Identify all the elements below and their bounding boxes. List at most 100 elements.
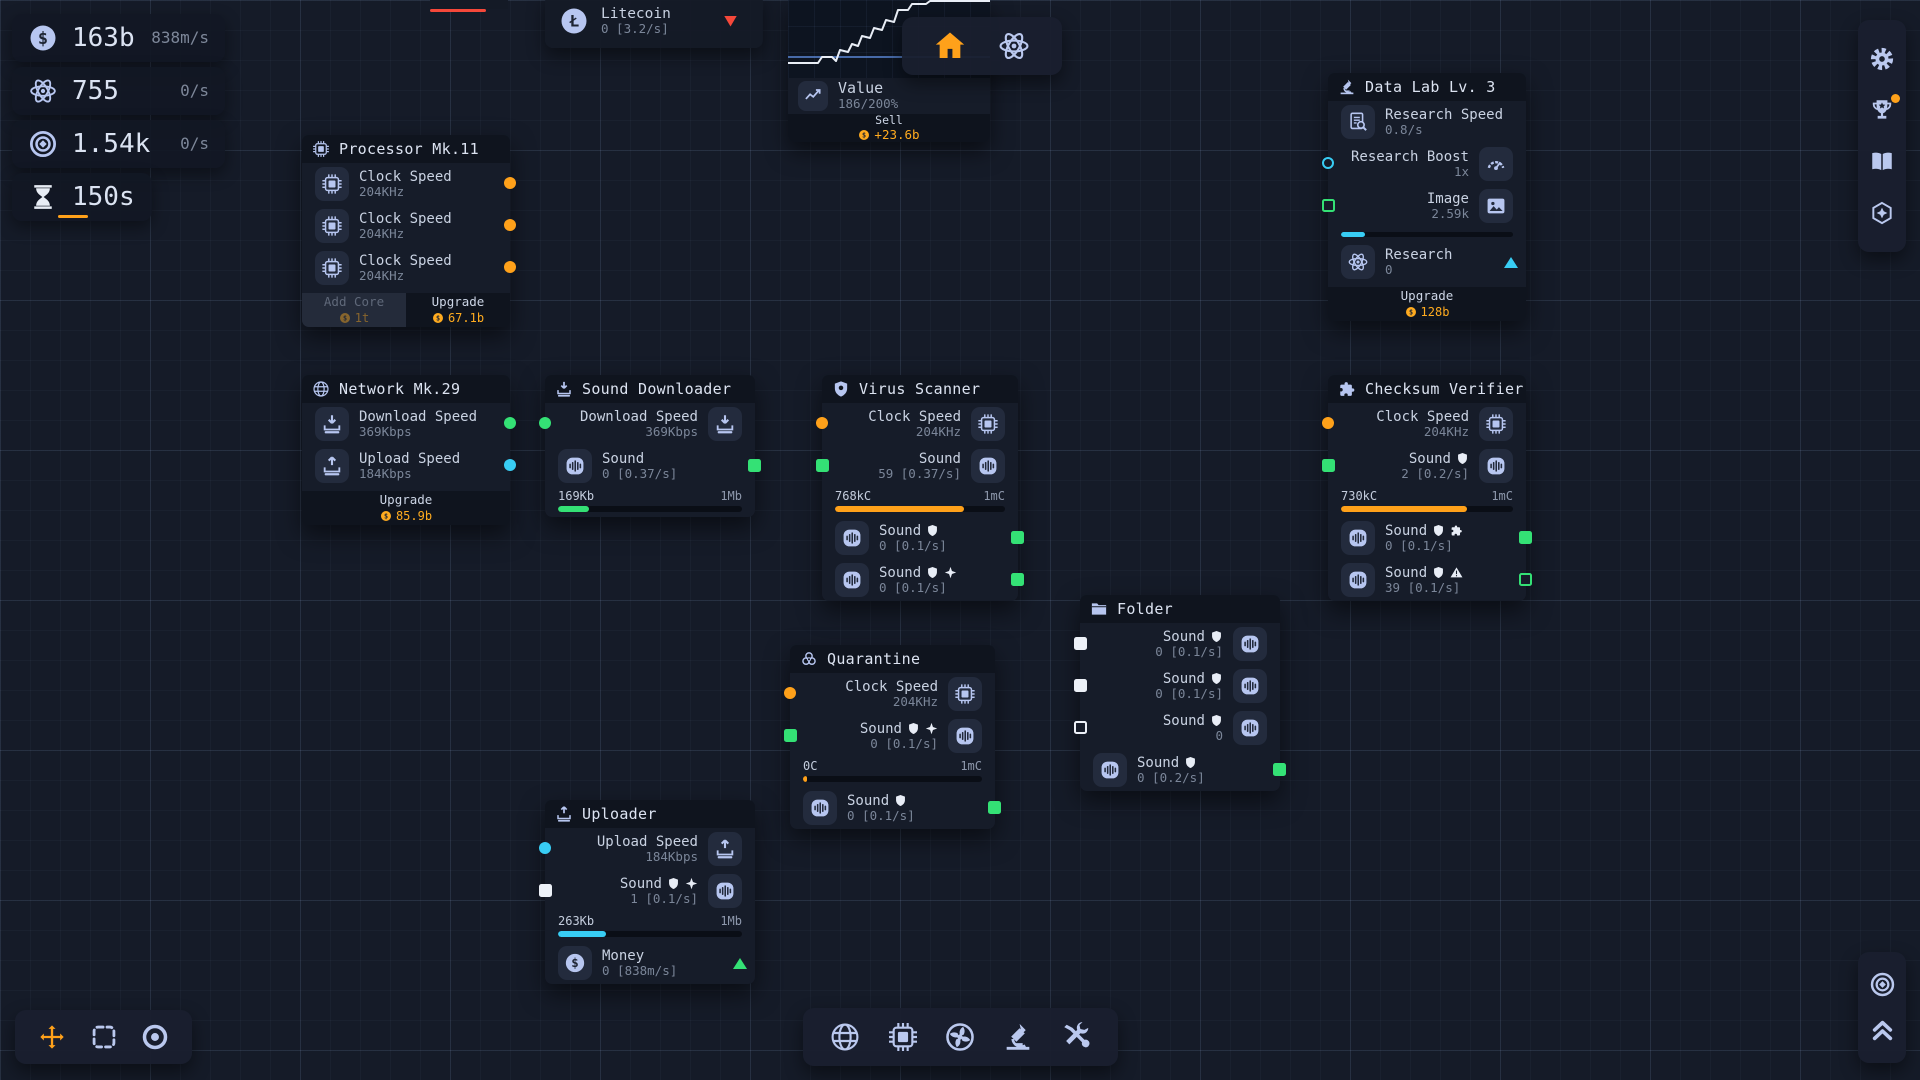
trophy-button[interactable] <box>1869 97 1895 123</box>
row-text: Upload Speed184Kbps <box>359 452 497 481</box>
book-button[interactable] <box>1869 149 1895 175</box>
circle-port[interactable] <box>504 261 516 273</box>
node-folder-header[interactable]: Folder <box>1080 595 1280 623</box>
fan-button[interactable] <box>944 1021 976 1053</box>
square-port[interactable] <box>816 459 829 472</box>
square-port[interactable] <box>1011 573 1024 586</box>
row-label: Image <box>1427 192 1469 206</box>
shield-icon <box>1184 756 1197 769</box>
upgrade-button[interactable]: Upgrade$85.9b <box>302 491 510 525</box>
shield-icon <box>894 794 907 807</box>
row-text: Sound1 [0.1/s] <box>558 877 698 906</box>
node-row: Clock Speed204KHz <box>1328 403 1526 445</box>
sound-icon <box>564 455 586 477</box>
node-row: Sound0 [0.1/s] <box>822 517 1018 559</box>
node-sound-downloader-header[interactable]: Sound Downloader <box>545 375 755 403</box>
svg-text:$: $ <box>343 314 347 322</box>
node-litecoin[interactable]: Ł Litecoin 0 [3.2/s] <box>545 0 763 48</box>
circle-port[interactable] <box>504 459 516 471</box>
node-quarantine: QuarantineClock Speed204KHzSound0 [0.1/s… <box>790 645 995 829</box>
chip-button[interactable] <box>887 1021 919 1053</box>
node-checksum-verifier-header[interactable]: Checksum Verifier <box>1328 375 1526 403</box>
square-port[interactable] <box>988 801 1001 814</box>
row-text: Sound0 [0.1/s] <box>879 524 1005 553</box>
node-quarantine-header[interactable]: Quarantine <box>790 645 995 673</box>
square-port[interactable] <box>1519 573 1532 586</box>
globe-button[interactable] <box>829 1021 861 1053</box>
square-port[interactable] <box>1273 763 1286 776</box>
node-row: Clock Speed204KHz <box>302 247 510 289</box>
puzzle-icon <box>1450 524 1463 537</box>
home-button[interactable] <box>933 29 967 63</box>
chevrons-button[interactable] <box>1869 1017 1896 1044</box>
tools-button[interactable] <box>1060 1021 1092 1053</box>
circle-port[interactable] <box>816 417 828 429</box>
marquee-button[interactable] <box>90 1023 118 1051</box>
node-title: Processor Mk.11 <box>339 140 479 158</box>
node-processor-header[interactable]: Processor Mk.11 <box>302 135 510 163</box>
sound-icon <box>1485 455 1507 477</box>
move-icon <box>38 1023 66 1051</box>
row-label: Sound <box>847 794 889 808</box>
square-port[interactable] <box>1074 637 1087 650</box>
svg-text:$: $ <box>436 314 440 322</box>
row-label: Sound <box>1163 672 1205 686</box>
square-port[interactable] <box>1074 721 1087 734</box>
square-port[interactable] <box>784 729 797 742</box>
node-network-header[interactable]: Network Mk.29 <box>302 375 510 403</box>
sell-button[interactable]: Sell $ +23.6b <box>788 114 990 142</box>
microscope-button[interactable] <box>1002 1021 1034 1053</box>
square-port[interactable] <box>1519 531 1532 544</box>
map-controls <box>1858 952 1906 1063</box>
shield-icon <box>1456 452 1469 465</box>
circle-port[interactable] <box>504 219 516 231</box>
node-uploader-header[interactable]: Uploader <box>545 800 755 828</box>
price-value: 1t <box>355 312 369 324</box>
sound-icon-box <box>1093 753 1127 787</box>
node-data-lab-header[interactable]: Data Lab Lv. 3 <box>1328 73 1526 101</box>
square-port[interactable] <box>1322 199 1335 212</box>
row-label: Clock Speed <box>359 212 452 226</box>
gear-button[interactable] <box>1869 46 1895 72</box>
bullseye_diamond-button[interactable] <box>1869 971 1896 998</box>
upgrade-button[interactable]: Upgrade$128b <box>1328 287 1526 321</box>
circle-port[interactable] <box>539 417 551 429</box>
atom-icon-box <box>1341 245 1375 279</box>
node-row: Upload Speed184Kbps <box>302 445 510 487</box>
circle-port[interactable] <box>539 842 551 854</box>
button-price: $128b <box>1405 306 1450 318</box>
chip-icon-box <box>315 251 349 285</box>
circle-port[interactable] <box>784 687 796 699</box>
upload-icon-box <box>315 449 349 483</box>
hexstar-button[interactable] <box>1869 200 1895 226</box>
circle-port[interactable] <box>1322 157 1334 169</box>
node-virus-scanner-header[interactable]: Virus Scanner <box>822 375 1018 403</box>
resource-rate: 0/s <box>180 136 209 152</box>
game-canvas[interactable]: $163b838m/s7550/s1.54k0/s150s Ł Litecoin… <box>0 0 1920 1080</box>
sound-icon-box <box>1233 669 1267 703</box>
node-row: Research Speed0.8/s <box>1328 101 1526 143</box>
row-value: 369Kbps <box>645 426 698 439</box>
globe-icon <box>312 380 330 398</box>
circle-port[interactable] <box>504 417 516 429</box>
circle-port[interactable] <box>504 177 516 189</box>
atom-button[interactable] <box>997 29 1031 63</box>
bullseye-button[interactable] <box>141 1023 169 1051</box>
gauge-icon <box>1485 153 1507 175</box>
row-value: 0 [0.37/s] <box>602 468 742 481</box>
square-port[interactable] <box>748 459 761 472</box>
node-title: Network Mk.29 <box>339 380 460 398</box>
add-core-button[interactable]: Add Core$1t <box>302 293 406 327</box>
row-text: Sound0 [0.1/s] <box>1093 672 1223 701</box>
book-icon <box>1869 149 1895 175</box>
move-button[interactable] <box>38 1023 66 1051</box>
circle-port[interactable] <box>1322 417 1334 429</box>
square-port[interactable] <box>539 884 552 897</box>
upgrade-button[interactable]: Upgrade$67.1b <box>406 293 510 327</box>
home-icon <box>933 29 967 63</box>
square-port[interactable] <box>1074 679 1087 692</box>
square-port[interactable] <box>1322 459 1335 472</box>
notification-dot <box>1891 94 1900 103</box>
square-port[interactable] <box>1011 531 1024 544</box>
image-icon <box>1485 195 1507 217</box>
